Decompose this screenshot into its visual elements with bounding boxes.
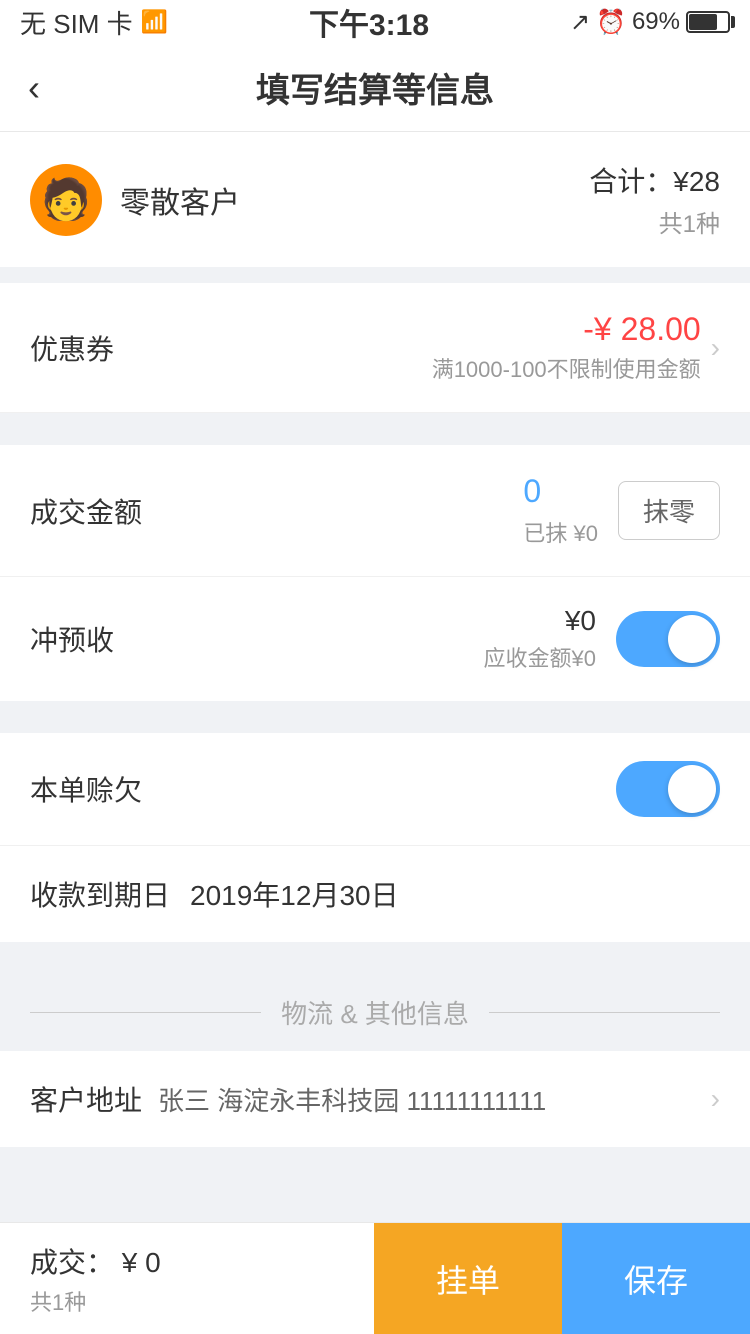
prepay-amounts: ¥0 应收金额¥0 [484,605,596,673]
prepayment-toggle[interactable] [616,611,720,667]
location-icon: ↗ [570,8,590,37]
content: 🧑 零散客户 合计：¥28 共1种 优惠券 -¥ 28.00 满1000-100… [0,132,750,1283]
hang-button[interactable]: 挂单 [374,1223,562,1334]
divider-3 [0,958,750,974]
debt-label: 本单赊欠 [30,769,142,809]
total-count: 共1种 [589,204,720,239]
back-button[interactable]: ‹ [28,67,40,109]
address-chevron-icon: › [711,1083,720,1115]
duedate-row: 收款到期日 2019年12月30日 [0,846,750,942]
prepay-sub: 应收金额¥0 [484,641,596,673]
debt-row: 本单赊欠 [0,733,750,846]
customer-left: 🧑 零散客户 [30,164,240,236]
coupon-desc: 满1000-100不限制使用金额 [432,352,701,384]
logistics-line-left [30,1012,261,1013]
logistics-label: 物流 & 其他信息 [261,994,489,1031]
battery-label: 69% [632,8,680,36]
deal-right: 0 已抹 ¥0 抹零 [523,473,720,548]
wifi-icon: 📶 [141,9,168,35]
prepayment-label: 冲预收 [30,619,114,659]
status-bar: 无 SIM 卡 📶 下午3:18 ↗ ⏰ 69% [0,0,750,44]
debt-toggle[interactable] [616,761,720,817]
coupon-discount: -¥ 28.00 [432,311,701,348]
deal-value-wrap: 0 已抹 ¥0 [523,473,598,548]
total-amount: 合计：¥28 [589,160,720,200]
divider-1 [0,429,750,445]
customer-row: 🧑 零散客户 合计：¥28 共1种 [0,132,750,267]
deal-sub: 已抹 ¥0 [523,516,598,548]
bottom-deal: 成交： ¥ 0 [30,1241,344,1281]
coupon-right: -¥ 28.00 满1000-100不限制使用金额 › [432,311,720,384]
bottom-deal-label: 成交： [30,1247,114,1278]
deal-amount-row: 成交金额 0 已抹 ¥0 抹零 [0,445,750,577]
logistics-header: 物流 & 其他信息 [0,974,750,1051]
customer-right: 合计：¥28 共1种 [589,160,720,239]
bottom-count: 共1种 [30,1285,344,1317]
bottom-summary: 成交： ¥ 0 共1种 [0,1241,374,1317]
toggle-knob [668,615,716,663]
carrier-label: 无 SIM 卡 [20,4,133,41]
round-button[interactable]: 抹零 [618,481,720,540]
debt-section: 本单赊欠 收款到期日 2019年12月30日 [0,733,750,942]
address-value: 张三 海淀永丰科技园 11111111111 [158,1081,695,1118]
duedate-label: 收款到期日 [30,874,170,914]
bottom-deal-value: ¥ 0 [122,1247,161,1278]
battery-icon [686,11,730,33]
duedate-value: 2019年12月30日 [190,874,399,914]
avatar-icon: 🧑 [41,180,91,220]
nav-bar: ‹ 填写结算等信息 [0,44,750,132]
coupon-label: 优惠券 [30,328,114,368]
customer-name: 零散客户 [120,178,240,222]
prepay-main: ¥0 [484,605,596,637]
address-label: 客户地址 [30,1079,142,1119]
deal-section: 成交金额 0 已抹 ¥0 抹零 冲预收 ¥0 应收金额¥0 [0,445,750,701]
prepay-right: ¥0 应收金额¥0 [484,605,720,673]
address-row[interactable]: 客户地址 张三 海淀永丰科技园 11111111111 › [0,1051,750,1147]
status-time: 下午3:18 [309,0,429,44]
prepayment-row: 冲预收 ¥0 应收金额¥0 [0,577,750,701]
alarm-icon: ⏰ [596,8,626,37]
status-left: 无 SIM 卡 📶 [20,4,168,41]
save-button[interactable]: 保存 [562,1223,750,1334]
toggle-knob-debt [668,765,716,813]
coupon-section: 优惠券 -¥ 28.00 满1000-100不限制使用金额 › [0,283,750,413]
avatar: 🧑 [30,164,102,236]
status-right: ↗ ⏰ 69% [570,8,730,37]
bottom-bar: 成交： ¥ 0 共1种 挂单 保存 [0,1222,750,1334]
coupon-info: -¥ 28.00 满1000-100不限制使用金额 [432,311,701,384]
deal-label: 成交金额 [30,491,142,531]
address-section: 客户地址 张三 海淀永丰科技园 11111111111 › [0,1051,750,1147]
chevron-right-icon: › [711,332,720,364]
deal-value: 0 [523,473,598,510]
divider-2 [0,717,750,733]
coupon-row[interactable]: 优惠券 -¥ 28.00 满1000-100不限制使用金额 › [0,283,750,413]
logistics-line-right [489,1012,720,1013]
page-title: 填写结算等信息 [256,63,494,112]
